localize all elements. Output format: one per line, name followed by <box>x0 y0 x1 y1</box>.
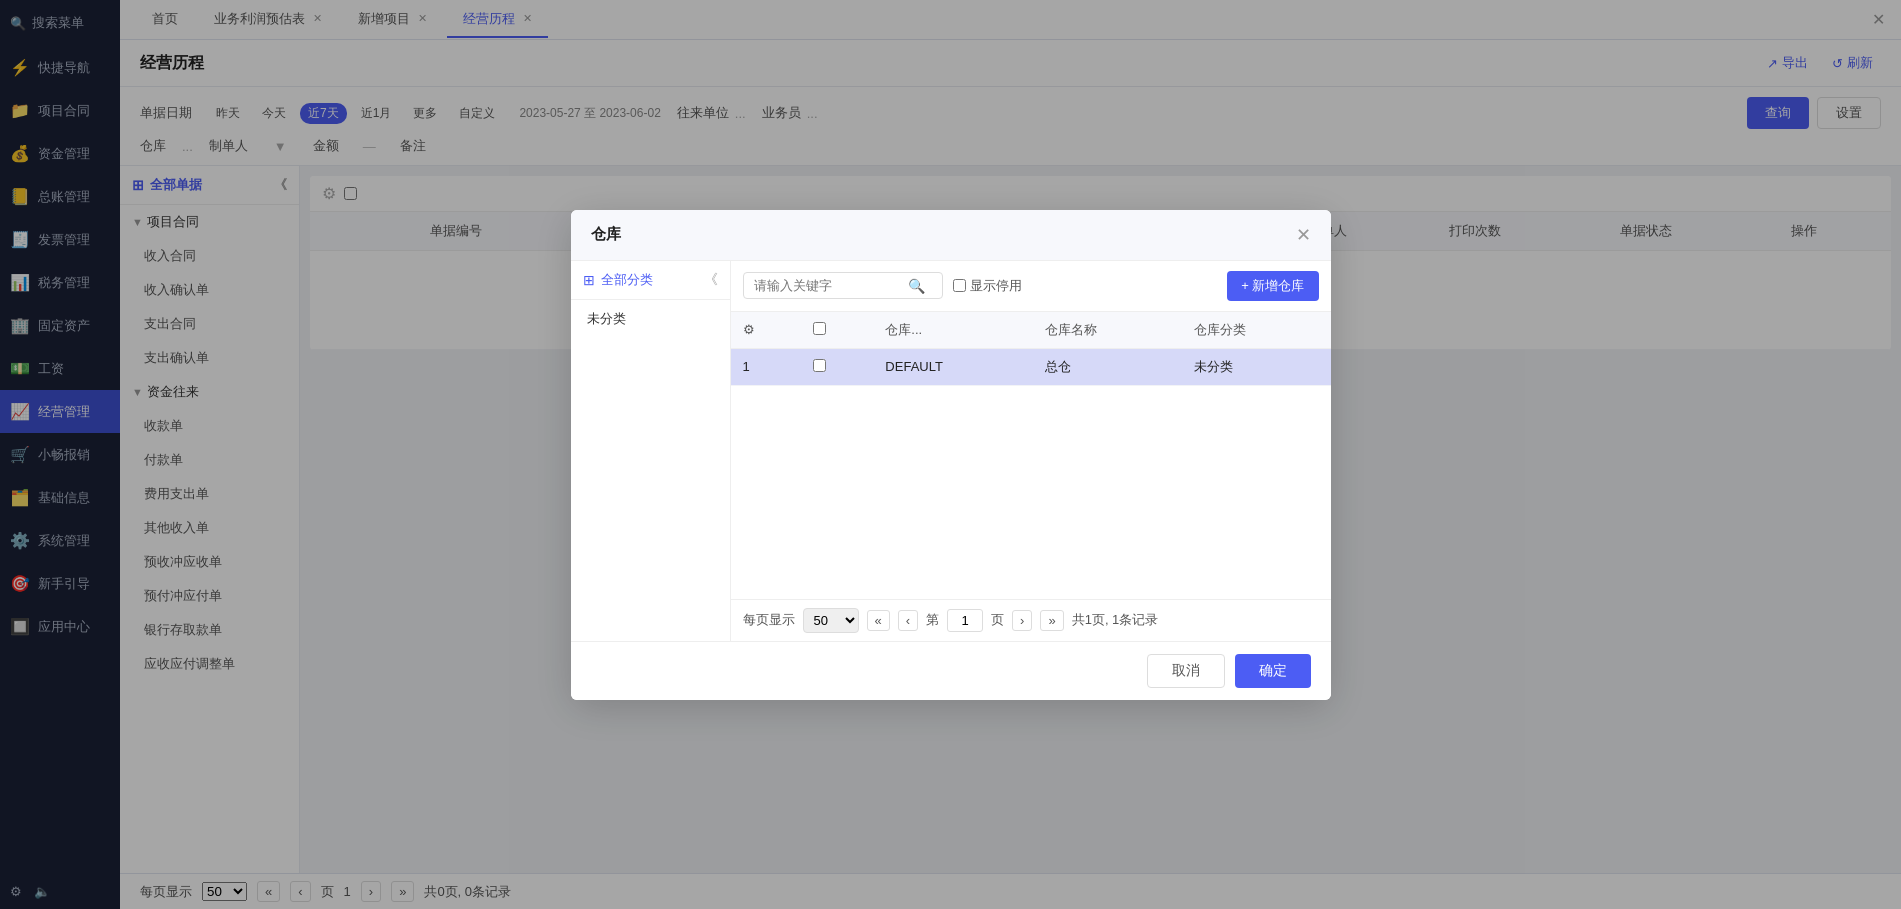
modal-title: 仓库 <box>591 225 621 244</box>
row-checkbox[interactable] <box>801 348 873 385</box>
modal-left-grid-icon: ⊞ <box>583 272 595 288</box>
modal-page-unit: 页 <box>991 611 1004 629</box>
modal-table: ⚙ 仓库... 仓库名称 仓库分类 1 DEFAULT <box>731 312 1331 386</box>
modal-total-text: 共1页, 1条记录 <box>1072 611 1159 629</box>
modal-col-gear: ⚙ <box>731 312 801 349</box>
modal-prev-btn[interactable]: ‹ <box>898 610 918 631</box>
modal-close-btn[interactable]: ✕ <box>1296 224 1311 246</box>
show-disabled-checkbox[interactable] <box>953 279 966 292</box>
modal-pagination: 每页显示 50 100 « ‹ 第 页 › » 共1页, 1条记录 <box>731 599 1331 641</box>
modal-overlay: 仓库 ✕ ⊞ 全部分类 《 未分类 🔍 <box>0 0 1901 909</box>
row-category: 未分类 <box>1182 348 1331 385</box>
modal-action-footer: 取消 确定 <box>571 641 1331 700</box>
confirm-button[interactable]: 确定 <box>1235 654 1311 688</box>
modal-col-category: 仓库分类 <box>1182 312 1331 349</box>
modal-search-wrapper: 🔍 <box>743 272 943 299</box>
modal-first-btn[interactable]: « <box>867 610 890 631</box>
modal-left-item-unclassified[interactable]: 未分类 <box>571 300 730 338</box>
modal-right-toolbar: 🔍 显示停用 + 新增仓库 <box>731 261 1331 312</box>
modal-left-panel: ⊞ 全部分类 《 未分类 <box>571 261 731 641</box>
row-code: DEFAULT <box>873 348 1033 385</box>
modal-col-checkbox <box>801 312 873 349</box>
modal-page-input[interactable] <box>947 609 983 632</box>
modal-left-header-label: 全部分类 <box>601 271 653 289</box>
warehouse-modal: 仓库 ✕ ⊞ 全部分类 《 未分类 🔍 <box>571 210 1331 700</box>
modal-table-container: ⚙ 仓库... 仓库名称 仓库分类 1 DEFAULT <box>731 312 1331 599</box>
modal-last-btn[interactable]: » <box>1040 610 1063 631</box>
modal-select-all[interactable] <box>813 322 826 335</box>
row-name: 总仓 <box>1033 348 1182 385</box>
modal-body: ⊞ 全部分类 《 未分类 🔍 显示停用 <box>571 261 1331 641</box>
add-warehouse-btn[interactable]: + 新增仓库 <box>1227 271 1318 301</box>
modal-page-label: 第 <box>926 611 939 629</box>
row-gear: 1 <box>731 348 801 385</box>
modal-search-icon: 🔍 <box>908 278 925 294</box>
modal-right-panel: 🔍 显示停用 + 新增仓库 ⚙ <box>731 261 1331 641</box>
modal-col-name: 仓库名称 <box>1033 312 1182 349</box>
modal-per-page-label: 每页显示 <box>743 611 795 629</box>
modal-col-code: 仓库... <box>873 312 1033 349</box>
show-disabled-label[interactable]: 显示停用 <box>953 277 1022 295</box>
modal-next-btn[interactable]: › <box>1012 610 1032 631</box>
modal-per-page-select[interactable]: 50 100 <box>803 608 859 633</box>
table-row[interactable]: 1 DEFAULT 总仓 未分类 <box>731 348 1331 385</box>
modal-left-collapse-btn[interactable]: 《 <box>704 271 718 289</box>
modal-left-header: ⊞ 全部分类 《 <box>571 261 730 300</box>
modal-header: 仓库 ✕ <box>571 210 1331 261</box>
show-disabled-text: 显示停用 <box>970 277 1022 295</box>
cancel-button[interactable]: 取消 <box>1147 654 1225 688</box>
